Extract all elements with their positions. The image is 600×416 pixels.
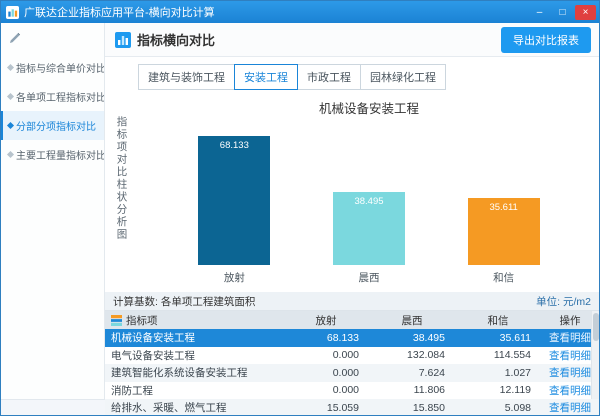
- bullet-icon: [7, 64, 14, 71]
- table-row[interactable]: 建筑智能化系统设备安装工程0.0007.6241.027 查看明细: [105, 364, 599, 382]
- sidebar-item-label: 指标与综合单价对比: [16, 60, 104, 75]
- sidebar: 指标与综合单价对比各单项工程指标对比分部分项指标对比主要工程量指标对比: [1, 23, 105, 399]
- cell-value: 7.624: [369, 367, 455, 379]
- cell-value: 5.098: [455, 402, 541, 414]
- bullet-icon: [7, 93, 14, 100]
- chart-bar: 35.611: [468, 198, 540, 265]
- sidebar-item[interactable]: 指标与综合单价对比: [1, 53, 104, 82]
- scrollbar-thumb[interactable]: [593, 313, 599, 341]
- page-header: 指标横向对比 导出对比报表: [105, 23, 599, 57]
- cell-value: 12.119: [455, 384, 541, 396]
- bar-chart-panel: 机械设备安装工程 68.133 38.495 35.611 放射 晨西 和信: [139, 90, 599, 287]
- cell-action: 查看明细: [541, 400, 599, 415]
- header-cell-name: 指标项: [105, 313, 283, 328]
- table-grid-icon: [111, 315, 122, 326]
- view-detail-link[interactable]: 查看明细: [549, 402, 591, 414]
- sidebar-item[interactable]: 主要工程量指标对比: [1, 140, 104, 169]
- calc-base-label: 计算基数: 各单项工程建筑面积: [113, 294, 255, 309]
- category-label: 放射: [198, 270, 270, 285]
- header-cell-value: 放射: [283, 313, 369, 328]
- cell-value: 38.495: [369, 332, 455, 344]
- cell-indicator-name: 给排水、采暖、燃气工程: [105, 400, 283, 415]
- unit-label: 单位: 元/m2: [536, 294, 591, 309]
- chart-title: 机械设备安装工程: [139, 90, 599, 119]
- cell-value: 0.000: [283, 349, 369, 361]
- table-row[interactable]: 给排水、采暖、燃气工程15.05915.8505.098 查看明细: [105, 399, 599, 416]
- window-title: 广联达企业指标应用平台-横向对比计算: [24, 4, 215, 20]
- cell-value: 0.000: [283, 367, 369, 379]
- category-label: 晨西: [333, 270, 405, 285]
- maximize-button[interactable]: □: [552, 5, 573, 20]
- cell-indicator-name: 电气设备安装工程: [105, 348, 283, 363]
- table-body: 指标项放射晨西和信操作机械设备安装工程68.13338.49535.611查看明…: [105, 311, 599, 416]
- chart-bar: 68.133: [198, 136, 270, 265]
- sidebar-item-label: 各单项工程指标对比: [16, 89, 104, 104]
- app-body: 指标与综合单价对比各单项工程指标对比分部分项指标对比主要工程量指标对比 指标横向…: [1, 23, 599, 399]
- window-controls: – □ ×: [529, 5, 596, 20]
- app-window: 广联达企业指标应用平台-横向对比计算 – □ × 指标与综合单价对比各单项工程指…: [0, 0, 600, 416]
- main-panel: 指标横向对比 导出对比报表 建筑与装饰工程安装工程市政工程园林绿化工程 指标项对…: [105, 23, 599, 399]
- tab[interactable]: 建筑与装饰工程: [138, 64, 235, 90]
- view-detail-link[interactable]: 查看明细: [549, 385, 591, 397]
- calc-base-strip: 计算基数: 各单项工程建筑面积 单位: 元/m2: [105, 292, 599, 310]
- bullet-icon: [7, 151, 14, 158]
- sidebar-top: [1, 23, 104, 53]
- minimize-button[interactable]: –: [529, 5, 550, 20]
- cell-value: 68.133: [283, 332, 369, 344]
- cell-indicator-name: 建筑智能化系统设备安装工程: [105, 365, 283, 380]
- table-row[interactable]: 消防工程0.00011.80612.119 查看明细: [105, 382, 599, 400]
- table-row[interactable]: 机械设备安装工程68.13338.49535.611 查看明细: [105, 329, 599, 347]
- bar-value-label: 35.611: [468, 202, 540, 213]
- cell-value: 132.084: [369, 349, 455, 361]
- cell-value: 1.027: [455, 367, 541, 379]
- chart-side-label-wrap: 指标项对比柱状分析图: [105, 90, 139, 287]
- edit-pencil-icon: [9, 32, 21, 44]
- cell-value: 15.059: [283, 402, 369, 414]
- view-detail-link[interactable]: 查看明细: [549, 350, 591, 362]
- table-header-row: 指标项放射晨西和信操作: [105, 311, 599, 329]
- chart-side-label: 指标项对比柱状分析图: [115, 116, 130, 287]
- view-detail-link[interactable]: 查看明细: [549, 332, 591, 344]
- sidebar-item-label: 分部分项指标对比: [16, 118, 96, 133]
- cell-indicator-name: 机械设备安装工程: [105, 330, 283, 345]
- table-scrollbar[interactable]: [591, 311, 599, 399]
- header-cell-value: 和信: [455, 313, 541, 328]
- sidebar-item-label: 主要工程量指标对比: [16, 147, 104, 162]
- cell-value: 15.850: [369, 402, 455, 414]
- chart-category-labels: 放射 晨西 和信: [167, 270, 571, 285]
- tab[interactable]: 安装工程: [234, 64, 298, 90]
- title-bar: 广联达企业指标应用平台-横向对比计算 – □ ×: [1, 1, 599, 23]
- project-type-tabs: 建筑与装饰工程安装工程市政工程园林绿化工程: [139, 64, 599, 90]
- chart-region: 指标项对比柱状分析图 机械设备安装工程 68.133 38.495 35.611 放…: [105, 90, 599, 287]
- cell-value: 0.000: [283, 384, 369, 396]
- export-report-button[interactable]: 导出对比报表: [501, 27, 591, 53]
- app-logo-icon: [6, 6, 19, 19]
- table-row[interactable]: 电气设备安装工程0.000132.084114.554 查看明细: [105, 347, 599, 365]
- chart-plot-area: 68.133 38.495 35.611: [167, 123, 571, 265]
- header-label: 指标项: [126, 313, 158, 328]
- cell-value: 114.554: [455, 349, 541, 361]
- bar-value-label: 38.495: [333, 196, 405, 207]
- close-button[interactable]: ×: [575, 5, 596, 20]
- tab[interactable]: 市政工程: [297, 64, 361, 90]
- cell-indicator-name: 消防工程: [105, 383, 283, 398]
- chart-bar: 38.495: [333, 192, 405, 265]
- tab[interactable]: 园林绿化工程: [360, 64, 446, 90]
- category-label: 和信: [468, 270, 540, 285]
- bullet-icon: [7, 122, 14, 129]
- bar-value-label: 68.133: [198, 140, 270, 151]
- header-cell-value: 晨西: [369, 313, 455, 328]
- sidebar-item[interactable]: 分部分项指标对比: [1, 111, 104, 140]
- sidebar-item[interactable]: 各单项工程指标对比: [1, 82, 104, 111]
- cell-value: 11.806: [369, 384, 455, 396]
- indicator-table: 指标项放射晨西和信操作机械设备安装工程68.13338.49535.611查看明…: [105, 310, 599, 399]
- cell-value: 35.611: [455, 332, 541, 344]
- page-title: 指标横向对比: [137, 30, 215, 49]
- compare-chart-icon: [115, 32, 131, 48]
- view-detail-link[interactable]: 查看明细: [549, 367, 591, 379]
- sidebar-items: 指标与综合单价对比各单项工程指标对比分部分项指标对比主要工程量指标对比: [1, 53, 104, 169]
